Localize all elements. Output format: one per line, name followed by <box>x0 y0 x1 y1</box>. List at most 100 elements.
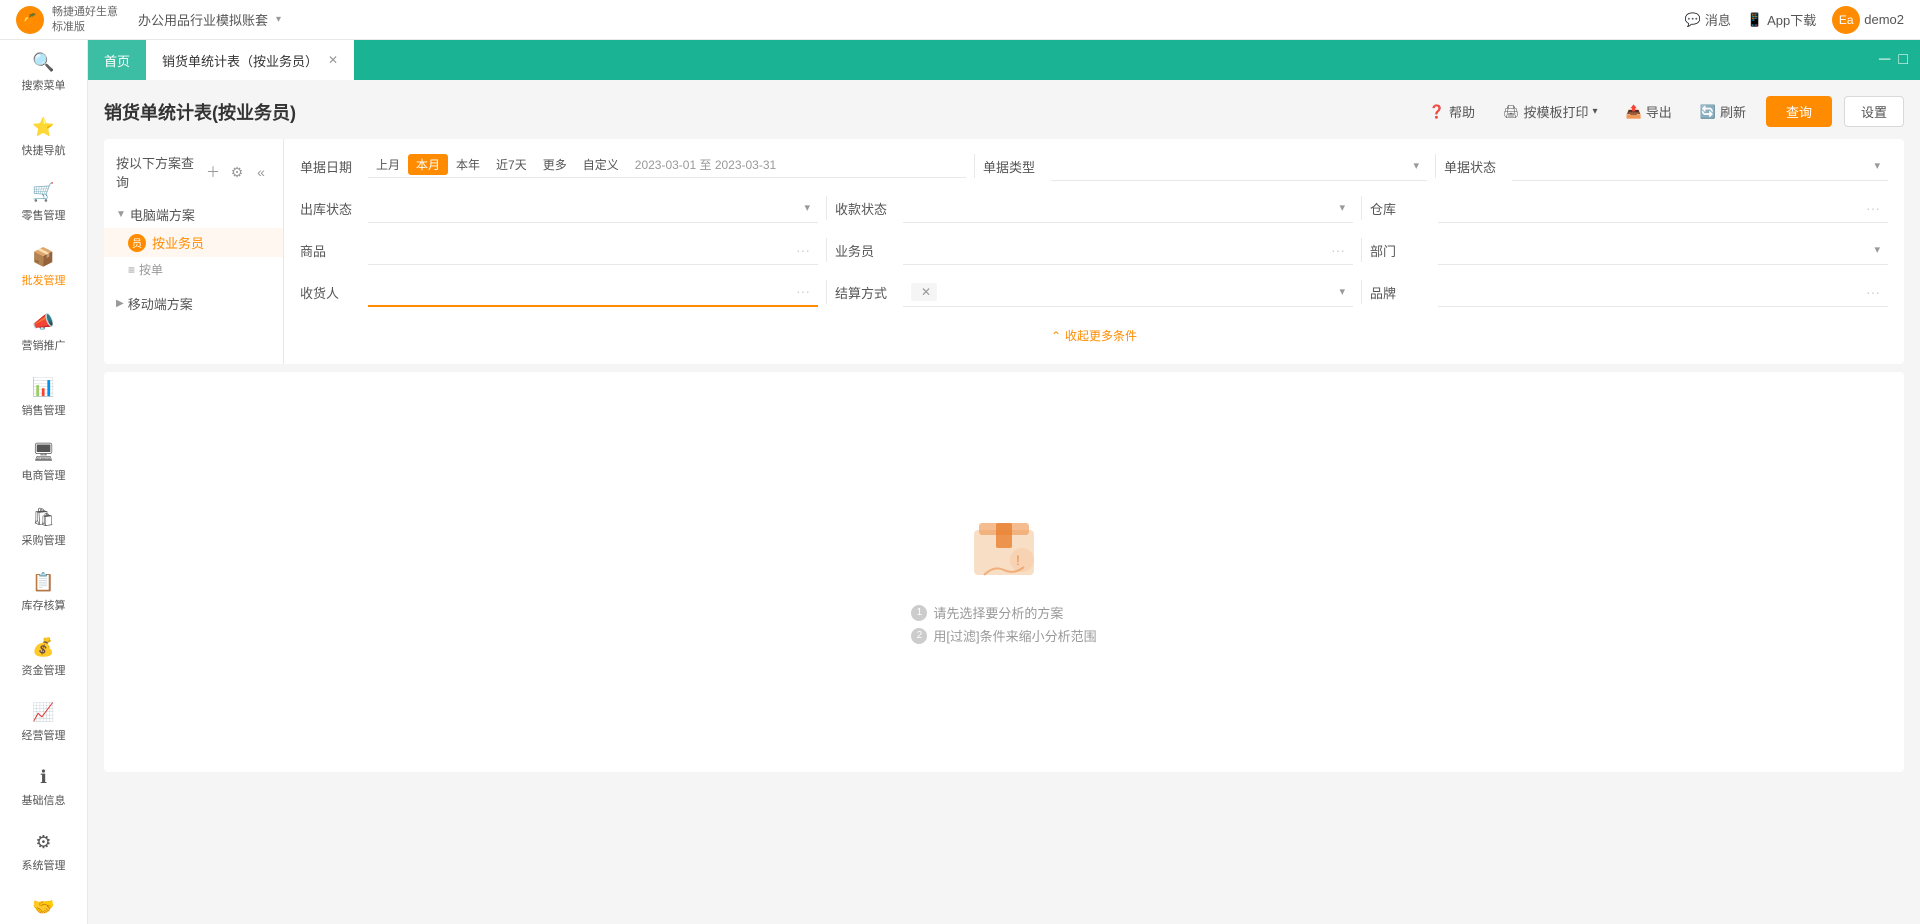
app-download-button[interactable]: 📱 App下载 <box>1747 10 1816 29</box>
sidebar-item-retail[interactable]: 🛒 零售管理 <box>0 170 87 235</box>
scheme-group-pc-header[interactable]: ▼ 电脑端方案 <box>104 201 283 228</box>
tab-close-icon[interactable]: ✕ <box>328 53 338 67</box>
scheme-item-salesman[interactable]: 员 按业务员 <box>104 228 283 257</box>
app-label: App下载 <box>1767 10 1816 29</box>
date-btn-lastmonth[interactable]: 上月 <box>368 154 408 175</box>
settle-tag-close[interactable]: ✕ <box>921 285 931 299</box>
scheme-add-button[interactable]: ＋ <box>203 162 223 182</box>
warehouse-control[interactable]: ··· <box>1438 193 1888 223</box>
tab-bar-actions: ─ □ <box>1879 51 1920 69</box>
settings-button[interactable]: 设置 <box>1844 96 1904 127</box>
window-minimize-button[interactable]: ─ <box>1879 51 1890 69</box>
separator-6 <box>1361 238 1362 262</box>
scheme-group-mobile: ▶ 移动端方案 <box>104 286 283 321</box>
bill-status-arrow: ▾ <box>1874 159 1880 172</box>
out-status-control[interactable]: ▾ <box>368 193 818 223</box>
separator-5 <box>826 238 827 262</box>
collect-status-control[interactable]: ▾ <box>903 193 1353 223</box>
message-button[interactable]: 💬 消息 <box>1685 10 1731 29</box>
sidebar-item-operation[interactable]: 📈 经营管理 <box>0 690 87 755</box>
sidebar-item-wholesale[interactable]: 📦 批发管理 <box>0 235 87 300</box>
sidebar-item-basic[interactable]: ℹ 基础信息 <box>0 755 87 820</box>
tab-bar: 首页 销货单统计表（按业务员） ✕ ─ □ <box>88 40 1920 80</box>
bill-type-control[interactable]: ▾ <box>1051 151 1427 181</box>
department-arrow: ▾ <box>1874 243 1880 256</box>
export-icon: 📤 <box>1626 104 1642 120</box>
collapse-icon: ⌃ <box>1051 329 1061 343</box>
main-layout: 🔍 搜索菜单 ⭐ 快捷导航 🛒 零售管理 📦 批发管理 📣 营销推广 📊 销售管… <box>0 40 1920 924</box>
bill-status-control[interactable]: ▾ <box>1512 151 1888 181</box>
sidebar-item-enterprise[interactable]: 🤝 企业协同 <box>0 885 87 924</box>
collapse-button[interactable]: ⌃ 收起更多条件 <box>300 319 1888 352</box>
filter-billstatus-field: 单据状态 ▾ <box>1444 151 1888 181</box>
user-menu[interactable]: Ea demo2 <box>1832 6 1904 34</box>
retail-icon: 🛒 <box>32 182 54 203</box>
brand-control[interactable]: ··· <box>1438 277 1888 307</box>
help-button[interactable]: ❓ 帮助 <box>1421 98 1483 125</box>
separator-4 <box>1361 196 1362 220</box>
sales-icon: 📊 <box>32 377 54 398</box>
date-btn-thismonth[interactable]: 本月 <box>408 154 448 175</box>
tab-report-label: 销货单统计表（按业务员） <box>162 51 318 70</box>
date-range-text: 2023-03-01 至 2023-03-31 <box>635 156 776 173</box>
tab-home[interactable]: 首页 <box>88 40 146 80</box>
sidebar-item-search[interactable]: 🔍 搜索菜单 <box>0 40 87 105</box>
sidebar-item-sales[interactable]: 📊 销售管理 <box>0 365 87 430</box>
filter-row-2: 出库状态 ▾ 收款状态 ▾ <box>300 193 1888 223</box>
sidebar-item-marketing[interactable]: 📣 营销推广 <box>0 300 87 365</box>
bill-type-arrow: ▾ <box>1413 159 1419 172</box>
sidebar-label-purchase: 采购管理 <box>22 532 66 548</box>
sidebar-item-inventory[interactable]: 📋 库存核算 <box>0 560 87 625</box>
message-icon: 💬 <box>1685 12 1701 28</box>
export-button[interactable]: 📤 导出 <box>1618 98 1680 125</box>
filter-settle-field: 结算方式 ✕ ▾ <box>835 277 1353 307</box>
wholesale-icon: 📦 <box>32 247 54 268</box>
salesman-control[interactable]: ··· <box>903 235 1353 265</box>
filter-salesman-field: 业务员 ··· <box>835 235 1353 265</box>
sidebar-item-system[interactable]: ⚙ 系统管理 <box>0 820 87 885</box>
filter-department-field: 部门 ▾ <box>1370 235 1888 265</box>
settle-control[interactable]: ✕ ▾ <box>903 277 1353 307</box>
filter-date-field: 单据日期 上月 本月 本年 近7天 更多 自定义 2023-03-01 至 20… <box>300 154 966 178</box>
date-btn-more[interactable]: 更多 <box>535 154 575 175</box>
finance-icon: 💰 <box>32 637 54 658</box>
scheme-group-mobile-header[interactable]: ▶ 移动端方案 <box>104 290 283 317</box>
scheme-group-arrow: ▼ <box>116 209 126 220</box>
separator-2 <box>1435 154 1436 178</box>
separator-8 <box>1361 280 1362 304</box>
scheme-item-icon: 员 <box>128 234 146 252</box>
date-controls: 上月 本月 本年 近7天 更多 自定义 2023-03-01 至 2023-03… <box>368 154 966 178</box>
salesman-label: 业务员 <box>835 241 895 260</box>
collect-status-label: 收款状态 <box>835 199 895 218</box>
scheme-collapse-button[interactable]: « <box>251 162 271 182</box>
sidebar-label-system: 系统管理 <box>22 857 66 873</box>
sidebar-item-shortcut[interactable]: ⭐ 快捷导航 <box>0 105 87 170</box>
warehouse-dots: ··· <box>1866 200 1880 216</box>
svg-text:!: ! <box>1016 552 1020 568</box>
shortcut-icon: ⭐ <box>32 117 54 138</box>
date-btn-thisyear[interactable]: 本年 <box>448 154 488 175</box>
sidebar-label-marketing: 营销推广 <box>22 337 66 353</box>
tab-report[interactable]: 销货单统计表（按业务员） ✕ <box>146 40 354 80</box>
collect-status-arrow: ▾ <box>1339 201 1345 214</box>
date-btn-7days[interactable]: 近7天 <box>488 154 535 175</box>
date-btn-custom[interactable]: 自定义 <box>575 154 627 175</box>
department-control[interactable]: ▾ <box>1438 235 1888 265</box>
company-dropdown-arrow[interactable]: ▾ <box>276 14 281 25</box>
print-icon: 🖨 <box>1503 104 1520 120</box>
window-maximize-button[interactable]: □ <box>1898 51 1908 69</box>
goods-control[interactable]: ··· <box>368 235 818 265</box>
sidebar-item-purchase[interactable]: 🛍 采购管理 <box>0 495 87 560</box>
print-button[interactable]: 🖨 按模板打印 ▾ <box>1495 98 1606 125</box>
query-button[interactable]: 查询 <box>1766 96 1832 127</box>
scheme-settings-button[interactable]: ⚙ <box>227 162 247 182</box>
sidebar-label-retail: 零售管理 <box>22 207 66 223</box>
filter-brand-field: 品牌 ··· <box>1370 277 1888 307</box>
sidebar-item-finance[interactable]: 💰 资金管理 <box>0 625 87 690</box>
receiver-control[interactable]: ··· <box>368 277 818 307</box>
sidebar-item-ecommerce[interactable]: 🖥 电商管理 <box>0 430 87 495</box>
brand-label: 品牌 <box>1370 283 1430 302</box>
scheme-sub-group-order[interactable]: ≡ 按单 <box>104 257 283 282</box>
refresh-button[interactable]: 🔄 刷新 <box>1692 98 1754 125</box>
hint-item-1: 1 请先选择要分析的方案 <box>911 603 1096 622</box>
